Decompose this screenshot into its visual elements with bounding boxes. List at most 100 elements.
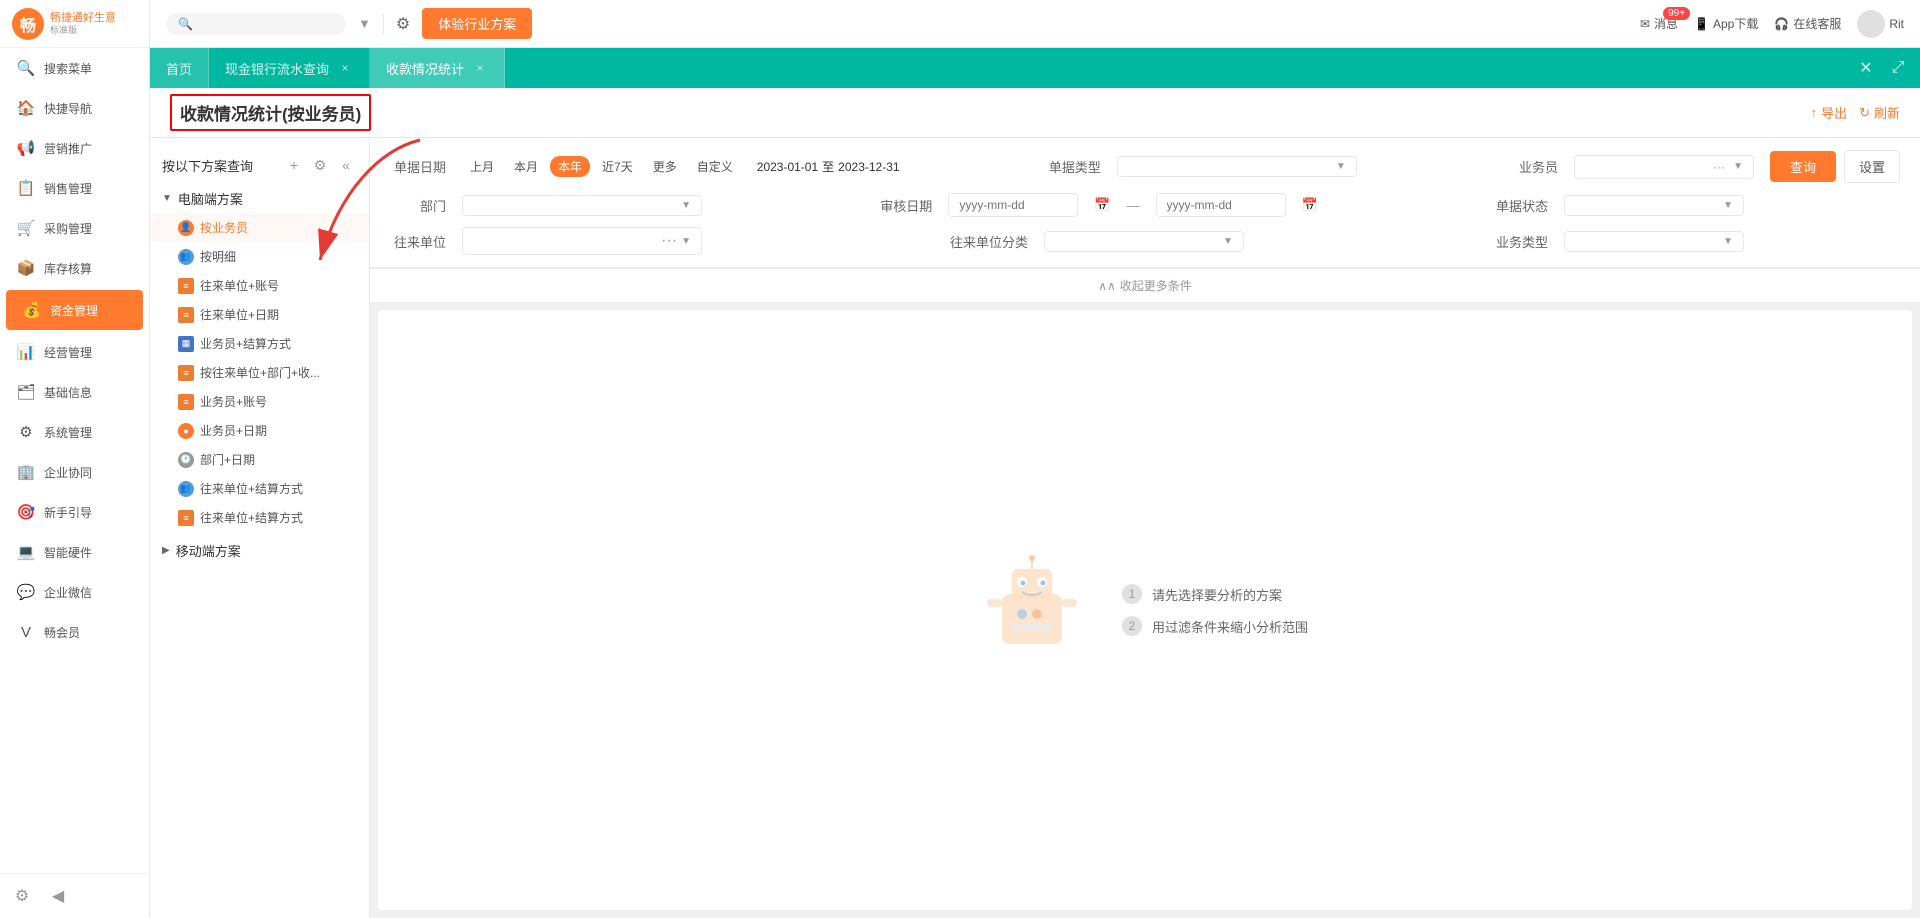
date-tab-this-year[interactable]: 本年 [550,156,590,177]
customer-cat-select[interactable]: ▼ [1044,231,1244,252]
sidebar-item-search-menu[interactable]: 🔍 搜索菜单 [0,48,149,88]
date-separator: 至 [822,158,834,175]
topbar-right: ✉ 消息 99+ 📱 App下载 🎧 在线客服 Rit [1640,10,1904,38]
customer-date-icon: ≡ [178,307,194,323]
tree-group-desktop: ▼ 电脑端方案 👤 按业务员 👥 按明细 ≡ [150,184,369,532]
tree-group-mobile: ▶ 移动端方案 [150,536,369,565]
logo-icon: 畅 [12,8,44,40]
topbar-message[interactable]: ✉ 消息 99+ [1640,15,1678,32]
page-body: 按以下方案查询 + ⚙ « ▼ 电脑端方案 [150,138,1920,918]
wechat-icon: 💬 [16,582,36,602]
tree-item-customer-dept[interactable]: ≡ 按往来单位+部门+收... [150,358,369,387]
sidebar-item-operations[interactable]: 📊 经营管理 [0,332,149,372]
app-icon: 📱 [1694,17,1709,31]
tab-maximize-btn[interactable]: ⤢ [1884,54,1912,82]
topbar-app-download[interactable]: 📱 App下载 [1694,15,1758,32]
doc-status-chevron: ▼ [1723,200,1733,211]
panel-add-btn[interactable]: + [283,154,305,176]
tab-bank-flow[interactable]: 现金银行流水查询 × [209,48,370,88]
tree-item-by-staff[interactable]: 👤 按业务员 [150,213,369,242]
date-tab-custom[interactable]: 自定义 [689,156,741,177]
sidebar-item-basic[interactable]: 🗂 基础信息 [0,372,149,412]
tree-item-staff-date[interactable]: ● 业务员+日期 [150,416,369,445]
tab-bank-flow-label: 现金银行流水查询 [225,59,329,78]
sidebar-item-newbie[interactable]: 🎯 新手引导 [0,492,149,532]
query-button[interactable]: 查询 [1770,151,1836,182]
customer-dots[interactable]: ··· [661,232,677,250]
sidebar-item-enterprise[interactable]: 🏢 企业协同 [0,452,149,492]
topbar-chevron[interactable]: ▼ [358,16,371,31]
mobile-group-arrow: ▶ [162,545,170,556]
review-date-from[interactable] [948,193,1078,217]
panel-settings-btn[interactable]: ⚙ [309,154,331,176]
collapse-bar[interactable]: ∧∧ 收起更多条件 [370,268,1920,302]
dept-chevron: ▼ [681,200,691,211]
dept-select[interactable]: ▼ [462,195,702,216]
topbar-settings-icon[interactable]: ⚙ [396,14,410,34]
tree-group-mobile-title[interactable]: ▶ 移动端方案 [150,536,369,565]
sidebar-collapse-btn[interactable]: ◀ [44,882,72,910]
tab-bank-flow-close[interactable]: × [337,60,353,76]
date-tab-more[interactable]: 更多 [645,156,685,177]
tree-item-staff-account[interactable]: ≡ 业务员+账号 [150,387,369,416]
dept-label: 部门 [390,196,446,215]
doc-type-select[interactable]: ▼ [1117,156,1357,177]
panel-collapse-btn[interactable]: « [335,154,357,176]
date-tab-prev-month[interactable]: 上月 [462,156,502,177]
sidebar-item-inventory[interactable]: 📦 库存核算 [0,248,149,288]
staff-label: 业务员 [1502,157,1558,176]
date-tab-this-month[interactable]: 本月 [506,156,546,177]
refresh-icon: ↻ [1859,105,1870,121]
staff-dots[interactable]: ··· [1713,160,1725,174]
sidebar-item-sales[interactable]: 📋 销售管理 [0,168,149,208]
sidebar-item-system[interactable]: ⚙ 系统管理 [0,412,149,452]
tab-close-all-btn[interactable]: ✕ [1852,54,1880,82]
member-icon: V [16,622,36,642]
sidebar-item-wechat[interactable]: 💬 企业微信 [0,572,149,612]
tab-collection-stats[interactable]: 收款情况统计 × [370,48,505,88]
review-date-dash: — [1127,198,1140,213]
sidebar-item-purchase[interactable]: 🛒 采购管理 [0,208,149,248]
export-button[interactable]: ↑ 导出 [1811,103,1848,122]
biz-type-select[interactable]: ▼ [1564,231,1744,252]
sidebar-settings-btn[interactable]: ⚙ [8,882,36,910]
topbar-user[interactable]: Rit [1857,10,1904,38]
tip-text-2: 用过滤条件来缩小分析范围 [1152,617,1308,636]
sidebar-item-member[interactable]: V 畅会员 [0,612,149,652]
topbar-search[interactable]: 🔍 [166,13,346,35]
tab-home[interactable]: 首页 [150,48,209,88]
tab-collection-stats-close[interactable]: × [472,60,488,76]
tree-item-staff-settle[interactable]: ▦ 业务员+结算方式 [150,329,369,358]
empty-robot-icon [982,554,1082,667]
tree-group-desktop-title[interactable]: ▼ 电脑端方案 [150,184,369,213]
staff-select[interactable]: ··· ▼ [1574,155,1754,179]
customer-chevron: ▼ [681,236,691,247]
doc-status-select[interactable]: ▼ [1564,195,1744,216]
tree-item-customer-account[interactable]: ≡ 往来单位+账号 [150,271,369,300]
sidebar-item-finance[interactable]: 💰 资金管理 [6,290,143,330]
sidebar-item-quick-nav[interactable]: 🏠 快捷导航 [0,88,149,128]
review-date-to[interactable] [1156,193,1286,217]
review-date-to-icon[interactable]: 📅 [1302,197,1318,213]
date-tab-last7[interactable]: 近7天 [594,156,641,177]
sidebar-item-marketing[interactable]: 📢 营销推广 [0,128,149,168]
tree-item-customer-settle2[interactable]: ≡ 往来单位+结算方式 [150,503,369,532]
customer-settle1-icon: 👥 [178,481,194,497]
review-date-from-icon[interactable]: 📅 [1094,197,1110,213]
refresh-button[interactable]: ↻ 刷新 [1859,103,1900,122]
filter-settings-button[interactable]: 设置 [1844,150,1900,183]
customer-select[interactable]: ··· ▼ [462,227,702,255]
review-date-label: 审核日期 [876,196,932,215]
staff-account-icon: ≡ [178,394,194,410]
tree-item-customer-date[interactable]: ≡ 往来单位+日期 [150,300,369,329]
customer-cat-label: 往来单位分类 [950,232,1028,251]
topbar-online-service[interactable]: 🎧 在线客服 [1774,15,1841,32]
staff-date-icon: ● [178,423,194,439]
tree-item-customer-settle1[interactable]: 👥 往来单位+结算方式 [150,474,369,503]
trial-button[interactable]: 体验行业方案 [422,8,532,39]
sidebar-item-hardware[interactable]: 💻 智能硬件 [0,532,149,572]
tree-item-dept-date[interactable]: 🕐 部门+日期 [150,445,369,474]
panel-header: 按以下方案查询 + ⚙ « [150,146,369,184]
tree-item-by-detail[interactable]: 👥 按明细 [150,242,369,271]
by-detail-icon: 👥 [178,249,194,265]
